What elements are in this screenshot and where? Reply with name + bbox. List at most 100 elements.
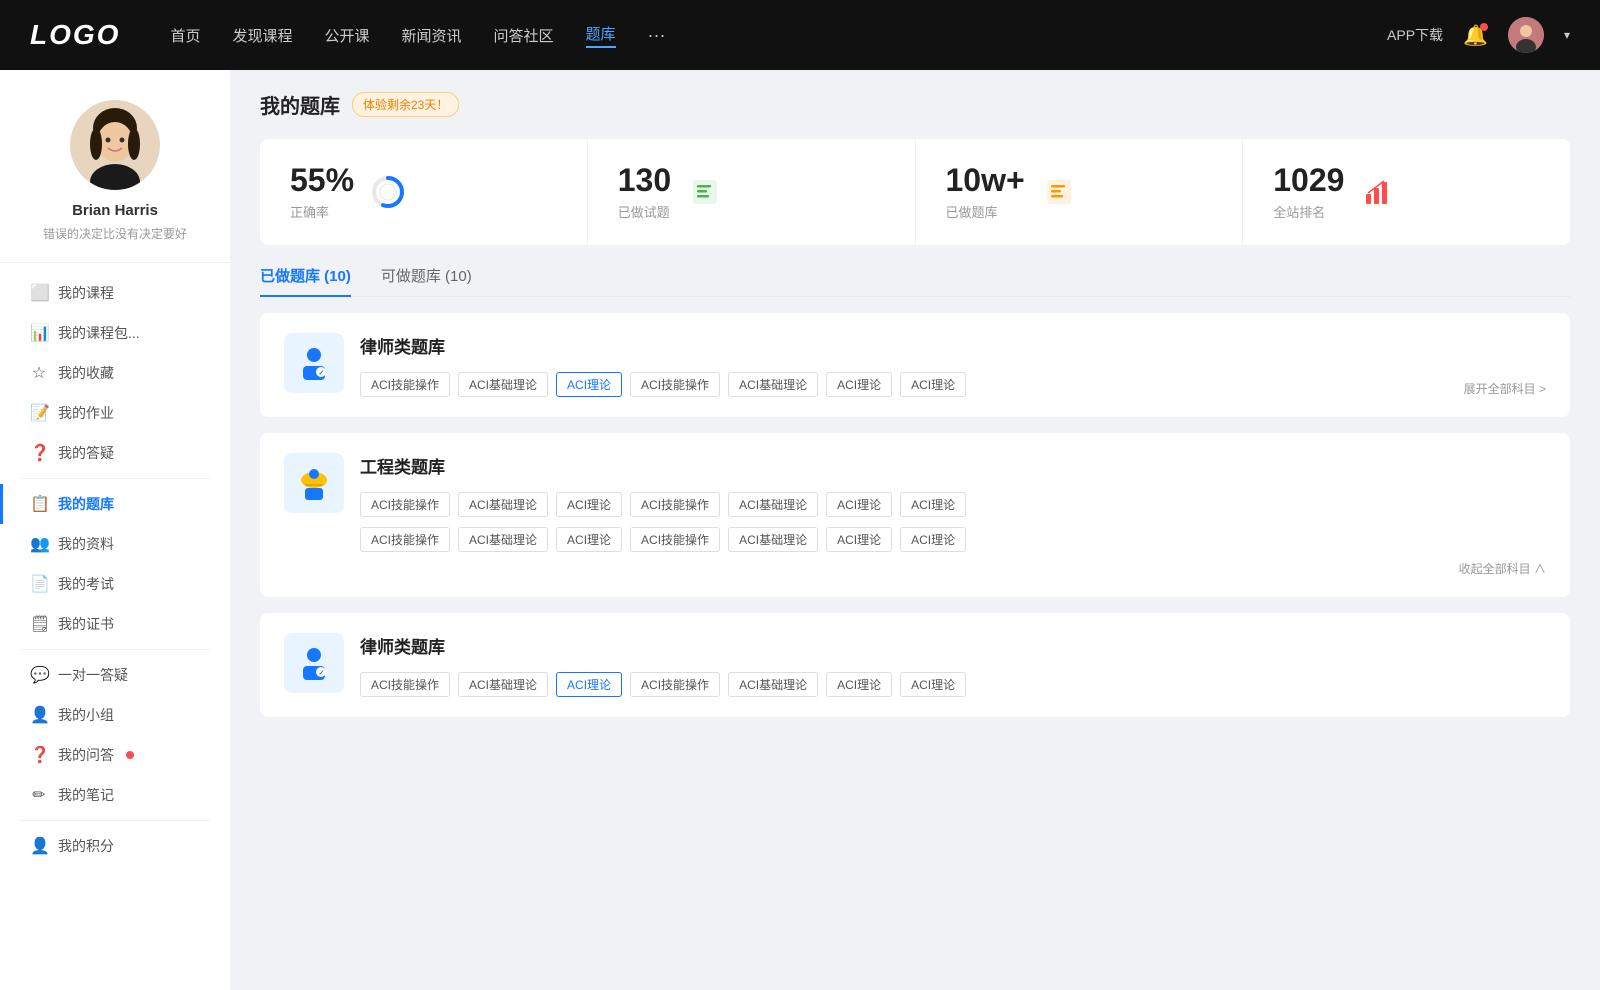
tag-3-5[interactable]: ACI基础理论 [728, 672, 818, 697]
engineer-svg-icon [295, 464, 333, 502]
qbank-lawyer-icon-1: ✓ [284, 333, 344, 393]
sidebar-item-my-data-label: 我的资料 [58, 534, 114, 554]
nav-more[interactable]: ··· [648, 25, 666, 46]
tag-2b-1[interactable]: ACI技能操作 [360, 527, 450, 552]
stat-questions-done-number: 130 [618, 163, 671, 198]
avatar[interactable] [1508, 17, 1544, 53]
tag-2-7[interactable]: ACI理论 [900, 492, 966, 517]
sidebar-item-favorites[interactable]: ☆ 我的收藏 [0, 353, 230, 393]
sidebar-item-my-notes[interactable]: ✏ 我的笔记 [0, 775, 230, 815]
sidebar-item-question-bank[interactable]: 📋 我的题库 [0, 484, 230, 524]
sidebar-item-one-on-one-label: 一对一答疑 [58, 665, 128, 685]
qbank-card-header-1: ✓ 律师类题库 ACI技能操作 ACI基础理论 ACI理论 ACI技能操作 AC… [284, 333, 1546, 397]
tag-2b-2[interactable]: ACI基础理论 [458, 527, 548, 552]
tab-available[interactable]: 可做题库 (10) [381, 265, 472, 296]
tag-2-5[interactable]: ACI基础理论 [728, 492, 818, 517]
sidebar-item-my-data[interactable]: 👥 我的资料 [0, 524, 230, 564]
stat-accuracy-number: 55% [290, 163, 354, 198]
sidebar-item-course-package[interactable]: 📊 我的课程包... [0, 313, 230, 353]
tag-3-1[interactable]: ACI技能操作 [360, 672, 450, 697]
sidebar-item-my-courses-label: 我的课程 [58, 283, 114, 303]
sidebar-item-certificate[interactable]: 🗒 我的证书 [0, 604, 230, 644]
accuracy-donut-icon [370, 174, 406, 210]
qbank-card-engineer: 工程类题库 ACI技能操作 ACI基础理论 ACI理论 ACI技能操作 ACI基… [260, 433, 1570, 597]
notification-bell[interactable]: 🔔 [1463, 23, 1488, 48]
tag-1-6[interactable]: ACI理论 [826, 372, 892, 397]
tag-2-1[interactable]: ACI技能操作 [360, 492, 450, 517]
sidebar-item-my-qa[interactable]: ❓ 我的问答 [0, 735, 230, 775]
sidebar-item-certificate-label: 我的证书 [58, 614, 114, 634]
page-header: 我的题库 体验剩余23天！ [260, 90, 1570, 119]
qbank-card-body-1: 律师类题库 ACI技能操作 ACI基础理论 ACI理论 ACI技能操作 ACI基… [360, 333, 1546, 397]
sidebar-item-my-points[interactable]: 👤 我的积分 [0, 826, 230, 866]
tag-1-4[interactable]: ACI技能操作 [630, 372, 720, 397]
tag-2b-6[interactable]: ACI理论 [826, 527, 892, 552]
tag-2b-7[interactable]: ACI理论 [900, 527, 966, 552]
banks-list-icon [1041, 174, 1077, 210]
nav-news[interactable]: 新闻资讯 [402, 25, 462, 46]
tag-2-2[interactable]: ACI基础理论 [458, 492, 548, 517]
sidebar-item-qa[interactable]: ❓ 我的答疑 [0, 433, 230, 473]
sidebar-item-my-group[interactable]: 👤 我的小组 [0, 695, 230, 735]
tag-3-3[interactable]: ACI理论 [556, 672, 622, 697]
nav-discover[interactable]: 发现课程 [232, 25, 292, 46]
tag-2-4[interactable]: ACI技能操作 [630, 492, 720, 517]
lawyer-svg-icon-2: ✓ [295, 644, 333, 682]
stat-banks-done-number: 10w+ [946, 163, 1025, 198]
tag-2-3[interactable]: ACI理论 [556, 492, 622, 517]
question-bank-icon: 📋 [30, 494, 48, 514]
sidebar-item-course-package-label: 我的课程包... [58, 323, 140, 343]
sidebar-item-homework[interactable]: 📝 我的作业 [0, 393, 230, 433]
sidebar-menu: ⬜ 我的课程 📊 我的课程包... ☆ 我的收藏 📝 我的作业 ❓ 我的答疑 📋 [0, 263, 230, 876]
nav-open-course[interactable]: 公开课 [324, 25, 369, 46]
qa-notification-dot [126, 751, 134, 759]
stat-rank-label: 全站排名 [1273, 202, 1344, 221]
tag-1-2[interactable]: ACI基础理论 [458, 372, 548, 397]
tag-1-1[interactable]: ACI技能操作 [360, 372, 450, 397]
tag-2b-5[interactable]: ACI基础理论 [728, 527, 818, 552]
sidebar-item-my-courses[interactable]: ⬜ 我的课程 [0, 273, 230, 313]
collapse-btn-engineer[interactable]: 收起全部科目 ∧ [360, 560, 1546, 577]
stat-banks-done-label: 已做题库 [946, 202, 1025, 221]
tag-1-3[interactable]: ACI理论 [556, 372, 622, 397]
notification-dot [1480, 23, 1488, 31]
sidebar-divider-1 [20, 478, 210, 479]
nav-menu: 首页 发现课程 公开课 新闻资讯 问答社区 题库 ··· [170, 23, 1387, 48]
sidebar-item-favorites-label: 我的收藏 [58, 363, 114, 383]
stat-rank-number: 1029 [1273, 163, 1344, 198]
tag-2b-3[interactable]: ACI理论 [556, 527, 622, 552]
main-content: 我的题库 体验剩余23天！ 55% 正确率 [230, 70, 1600, 990]
profile-avatar [70, 100, 160, 190]
tab-done[interactable]: 已做题库 (10) [260, 265, 351, 296]
nav-qa[interactable]: 问答社区 [494, 25, 554, 46]
stat-questions-done: 130 已做试题 [588, 139, 916, 245]
stat-accuracy-label: 正确率 [290, 202, 354, 221]
rank-chart-icon [1360, 174, 1396, 210]
tag-3-7[interactable]: ACI理论 [900, 672, 966, 697]
tag-2-6[interactable]: ACI理论 [826, 492, 892, 517]
stat-accuracy-text: 55% 正确率 [290, 163, 354, 221]
tag-3-4[interactable]: ACI技能操作 [630, 672, 720, 697]
tag-1-7[interactable]: ACI理论 [900, 372, 966, 397]
nav-home[interactable]: 首页 [170, 25, 200, 46]
qbank-tags-row-2: ACI技能操作 ACI基础理论 ACI理论 ACI技能操作 ACI基础理论 AC… [360, 492, 1546, 517]
tag-1-5[interactable]: ACI基础理论 [728, 372, 818, 397]
tag-3-6[interactable]: ACI理论 [826, 672, 892, 697]
sidebar-item-my-exam[interactable]: 📄 我的考试 [0, 564, 230, 604]
tag-2b-4[interactable]: ACI技能操作 [630, 527, 720, 552]
avatar-dropdown-arrow[interactable]: ▾ [1564, 28, 1570, 42]
qbank-name-lawyer-1: 律师类题库 [360, 333, 1546, 358]
sidebar-profile: Brian Harris 错误的决定比没有决定要好 [0, 70, 230, 263]
qa-icon: ❓ [30, 443, 48, 463]
expand-btn-1[interactable]: 展开全部科目 > [1464, 380, 1546, 397]
trial-badge: 体验剩余23天！ [352, 92, 459, 117]
one-on-one-icon: 💬 [30, 665, 48, 685]
app-download-button[interactable]: APP下载 [1387, 25, 1443, 45]
courses-icon: ⬜ [30, 283, 48, 303]
tag-3-2[interactable]: ACI基础理论 [458, 672, 548, 697]
svg-text:✓: ✓ [319, 370, 325, 377]
sidebar-item-one-on-one[interactable]: 💬 一对一答疑 [0, 655, 230, 695]
nav-question-bank[interactable]: 题库 [586, 23, 616, 48]
navbar-right: APP下载 🔔 ▾ [1387, 17, 1570, 53]
stat-questions-done-text: 130 已做试题 [618, 163, 671, 221]
